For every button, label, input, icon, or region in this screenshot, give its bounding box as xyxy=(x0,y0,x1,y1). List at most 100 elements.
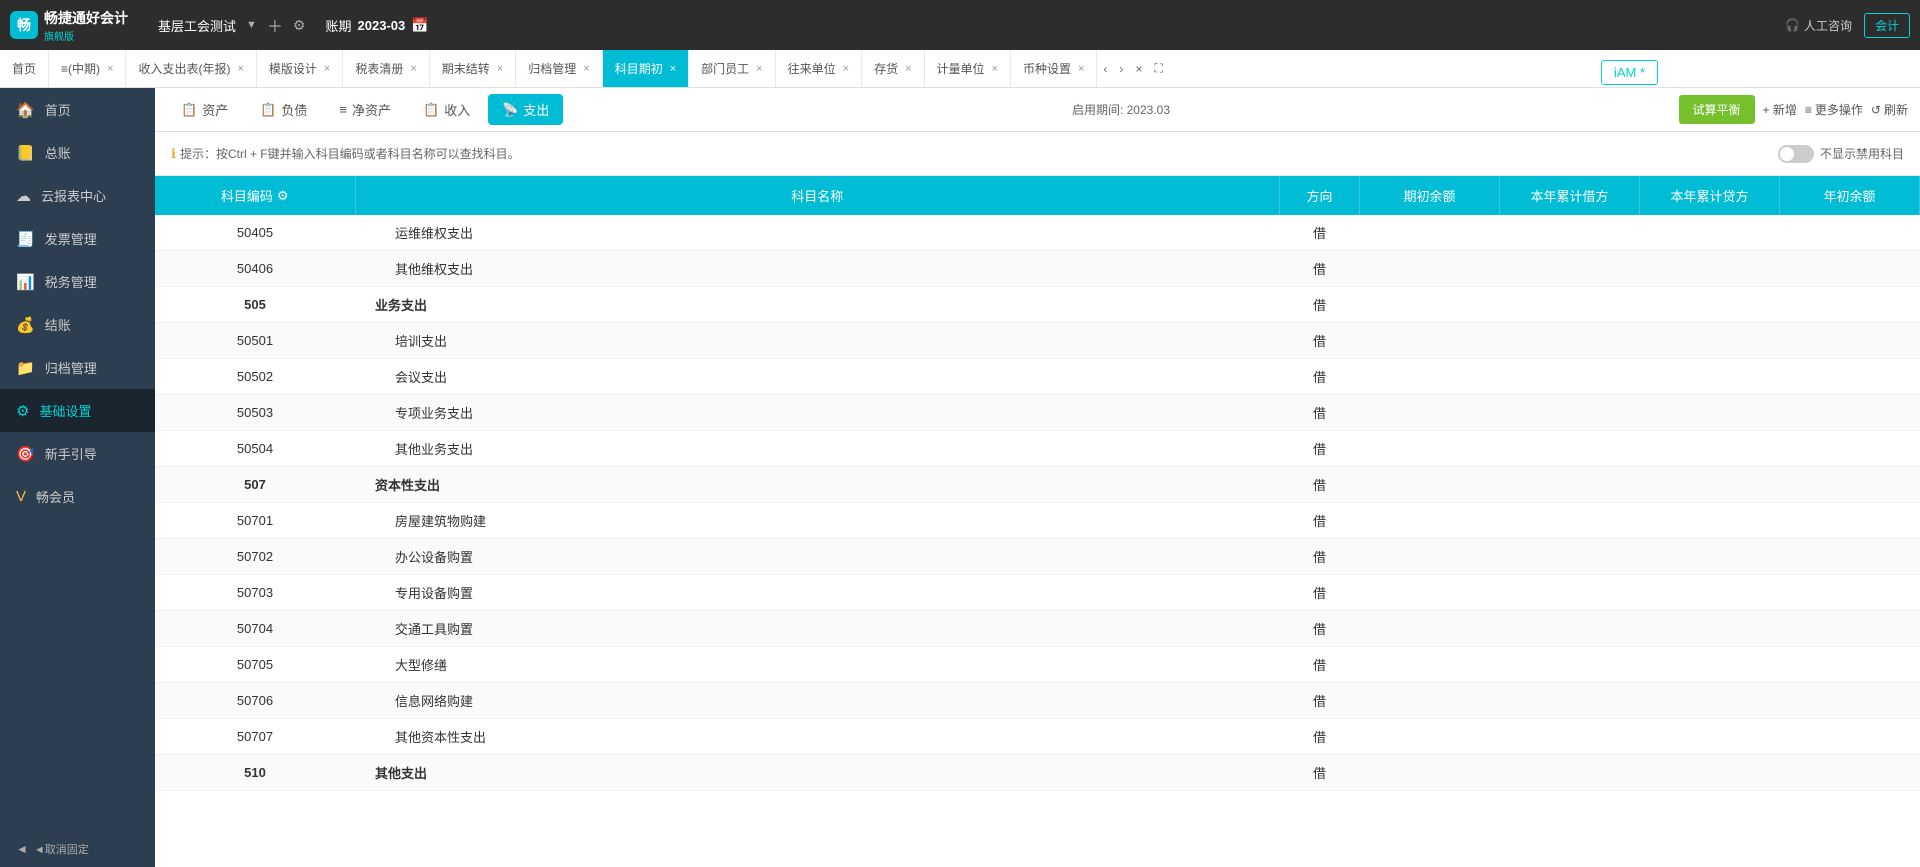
sub-tab-net-asset[interactable]: ≡ 净资产 xyxy=(325,94,405,125)
sidebar-item-member[interactable]: V 畅会员 xyxy=(0,475,155,518)
tab-income-report-close[interactable]: × xyxy=(237,63,243,75)
sidebar-item-settings[interactable]: ⚙ 基础设置 xyxy=(0,389,155,432)
th-code[interactable]: 科目编码 ⚙ xyxy=(155,176,355,215)
tab-midterm[interactable]: ≡(中期) × xyxy=(49,50,126,88)
table-row[interactable]: 50502 会议支出 借 xyxy=(155,359,1920,395)
cell-dir: 借 xyxy=(1280,251,1360,287)
table-row[interactable]: 50706 信息网络购建 借 xyxy=(155,683,1920,719)
tab-tax[interactable]: 税表清册 × xyxy=(343,50,429,88)
table-row[interactable]: 510 其他支出 借 xyxy=(155,755,1920,791)
sidebar-item-home[interactable]: 🏠 首页 xyxy=(0,88,155,131)
table-row[interactable]: 50504 其他业务支出 借 xyxy=(155,431,1920,467)
cell-period-bal xyxy=(1360,251,1500,287)
cell-period-bal xyxy=(1360,719,1500,755)
tab-nav-prev[interactable]: ‹ xyxy=(1097,50,1113,88)
cell-code: 50703 xyxy=(155,575,355,611)
table-row[interactable]: 50702 办公设备购置 借 xyxy=(155,539,1920,575)
app-subtitle: 旗舰版 xyxy=(44,28,128,43)
sub-tab-asset[interactable]: 📋 资产 xyxy=(167,94,242,125)
sub-tab-expense[interactable]: 📡 支出 xyxy=(488,94,563,125)
tab-unit-close[interactable]: × xyxy=(992,63,998,75)
tab-period-close[interactable]: 期末结转 × xyxy=(430,50,516,88)
table-row[interactable]: 507 资本性支出 借 xyxy=(155,467,1920,503)
settings-icon[interactable]: ⚙ xyxy=(293,17,306,34)
refresh-label: 刷新 xyxy=(1884,101,1908,118)
iam-button[interactable]: iAM * xyxy=(1601,60,1658,85)
cell-code: 50504 xyxy=(155,431,355,467)
tab-currency-close[interactable]: × xyxy=(1078,63,1084,75)
tab-template[interactable]: 模版设计 × xyxy=(257,50,343,88)
tab-subject-init-close[interactable]: × xyxy=(670,63,676,75)
tab-template-close[interactable]: × xyxy=(324,63,330,75)
balance-button[interactable]: 试算平衡 xyxy=(1679,95,1755,124)
cell-name: 大型修缮 xyxy=(355,647,1280,683)
sidebar-item-invoice[interactable]: 🧾 发票管理 xyxy=(0,217,155,260)
cell-year-debit xyxy=(1500,503,1640,539)
cell-name: 交通工具购置 xyxy=(355,611,1280,647)
tab-income-report[interactable]: 收入支出表(年报) × xyxy=(126,50,256,88)
cell-year-bal xyxy=(1780,251,1920,287)
tab-tax-close[interactable]: × xyxy=(410,63,416,75)
cell-dir: 借 xyxy=(1280,431,1360,467)
table-row[interactable]: 50705 大型修缮 借 xyxy=(155,647,1920,683)
cell-dir: 借 xyxy=(1280,755,1360,791)
tab-inventory-close[interactable]: × xyxy=(905,63,911,75)
help-button[interactable]: 🎧 人工咨询 xyxy=(1785,17,1852,34)
sidebar-collapse-btn[interactable]: ◄ ◄取消固定 xyxy=(0,831,155,867)
tab-dept-close[interactable]: × xyxy=(756,63,762,75)
table-row[interactable]: 50501 培训支出 借 xyxy=(155,323,1920,359)
tab-close-all[interactable]: × xyxy=(1129,50,1148,88)
tab-dept[interactable]: 部门员工 × xyxy=(689,50,775,88)
sidebar-item-cloud[interactable]: ☁ 云报表中心 xyxy=(0,174,155,217)
table-row[interactable]: 505 业务支出 借 xyxy=(155,287,1920,323)
cell-dir: 借 xyxy=(1280,719,1360,755)
calendar-icon[interactable]: 📅 xyxy=(411,17,428,34)
th-code-gear[interactable]: ⚙ xyxy=(277,188,289,204)
tab-subject-init[interactable]: 科目期初 × xyxy=(603,50,689,88)
tab-archive-close[interactable]: × xyxy=(583,63,589,75)
tab-unit[interactable]: 计量单位 × xyxy=(925,50,1011,88)
more-button[interactable]: ≡ 更多操作 xyxy=(1805,101,1863,118)
tab-midterm-close[interactable]: × xyxy=(107,63,113,75)
sidebar-item-tax[interactable]: 📊 税务管理 xyxy=(0,260,155,303)
table-row[interactable]: 50703 专用设备购置 借 xyxy=(155,575,1920,611)
company-dropdown-icon[interactable]: ▼ xyxy=(246,19,257,31)
add-button[interactable]: + 新增 xyxy=(1763,101,1797,118)
net-asset-icon: ≡ xyxy=(339,102,347,117)
sidebar-item-archive[interactable]: 📁 归档管理 xyxy=(0,346,155,389)
add-tab-button[interactable]: ＋ xyxy=(267,13,283,37)
switch-track[interactable] xyxy=(1778,145,1814,163)
cell-period-bal xyxy=(1360,467,1500,503)
tab-currency[interactable]: 币种设置 × xyxy=(1011,50,1097,88)
table-row[interactable]: 50701 房屋建筑物购建 借 xyxy=(155,503,1920,539)
cell-period-bal xyxy=(1360,755,1500,791)
tab-unit-label: 计量单位 xyxy=(937,60,985,77)
account-button[interactable]: 会计 xyxy=(1864,13,1910,38)
tab-home[interactable]: 首页 xyxy=(0,50,49,88)
toggle-disable-switch[interactable]: 不显示禁用科目 xyxy=(1778,145,1904,163)
sidebar-item-settle[interactable]: 💰 结账 xyxy=(0,303,155,346)
sub-tab-liability[interactable]: 📋 负债 xyxy=(246,94,321,125)
cell-code: 50406 xyxy=(155,251,355,287)
table-container[interactable]: 科目编码 ⚙ 科目名称 方向 期初余额 本年累计借方 本年累计贷方 年初余额 5… xyxy=(155,176,1920,867)
tab-inventory[interactable]: 存货 × xyxy=(862,50,924,88)
table-row[interactable]: 50704 交通工具购置 借 xyxy=(155,611,1920,647)
logo-icon: 畅 xyxy=(10,11,38,39)
table-row[interactable]: 50406 其他维权支出 借 xyxy=(155,251,1920,287)
tab-contacts[interactable]: 往来单位 × xyxy=(776,50,862,88)
invoice-icon: 🧾 xyxy=(16,230,35,248)
tab-period-close-x[interactable]: × xyxy=(497,63,503,75)
refresh-button[interactable]: ↺ 刷新 xyxy=(1871,101,1908,118)
tab-nav-next[interactable]: › xyxy=(1113,50,1129,88)
sub-tab-income[interactable]: 📋 收入 xyxy=(409,94,484,125)
table-row[interactable]: 50503 专项业务支出 借 xyxy=(155,395,1920,431)
tab-contacts-close[interactable]: × xyxy=(843,63,849,75)
table-row[interactable]: 50707 其他资本性支出 借 xyxy=(155,719,1920,755)
top-header: 畅 畅捷通好会计 旗舰版 基层工会测试 ▼ ＋ ⚙ 账期 2023-03 📅 🎧… xyxy=(0,0,1920,50)
tab-expand[interactable]: ⛶ xyxy=(1148,50,1168,88)
sidebar-item-guide[interactable]: 🎯 新手引导 xyxy=(0,432,155,475)
table-row[interactable]: 50405 运维维权支出 借 xyxy=(155,215,1920,251)
cell-period-bal xyxy=(1360,287,1500,323)
sidebar-item-ledger[interactable]: 📒 总账 xyxy=(0,131,155,174)
tab-archive[interactable]: 归档管理 × xyxy=(516,50,602,88)
